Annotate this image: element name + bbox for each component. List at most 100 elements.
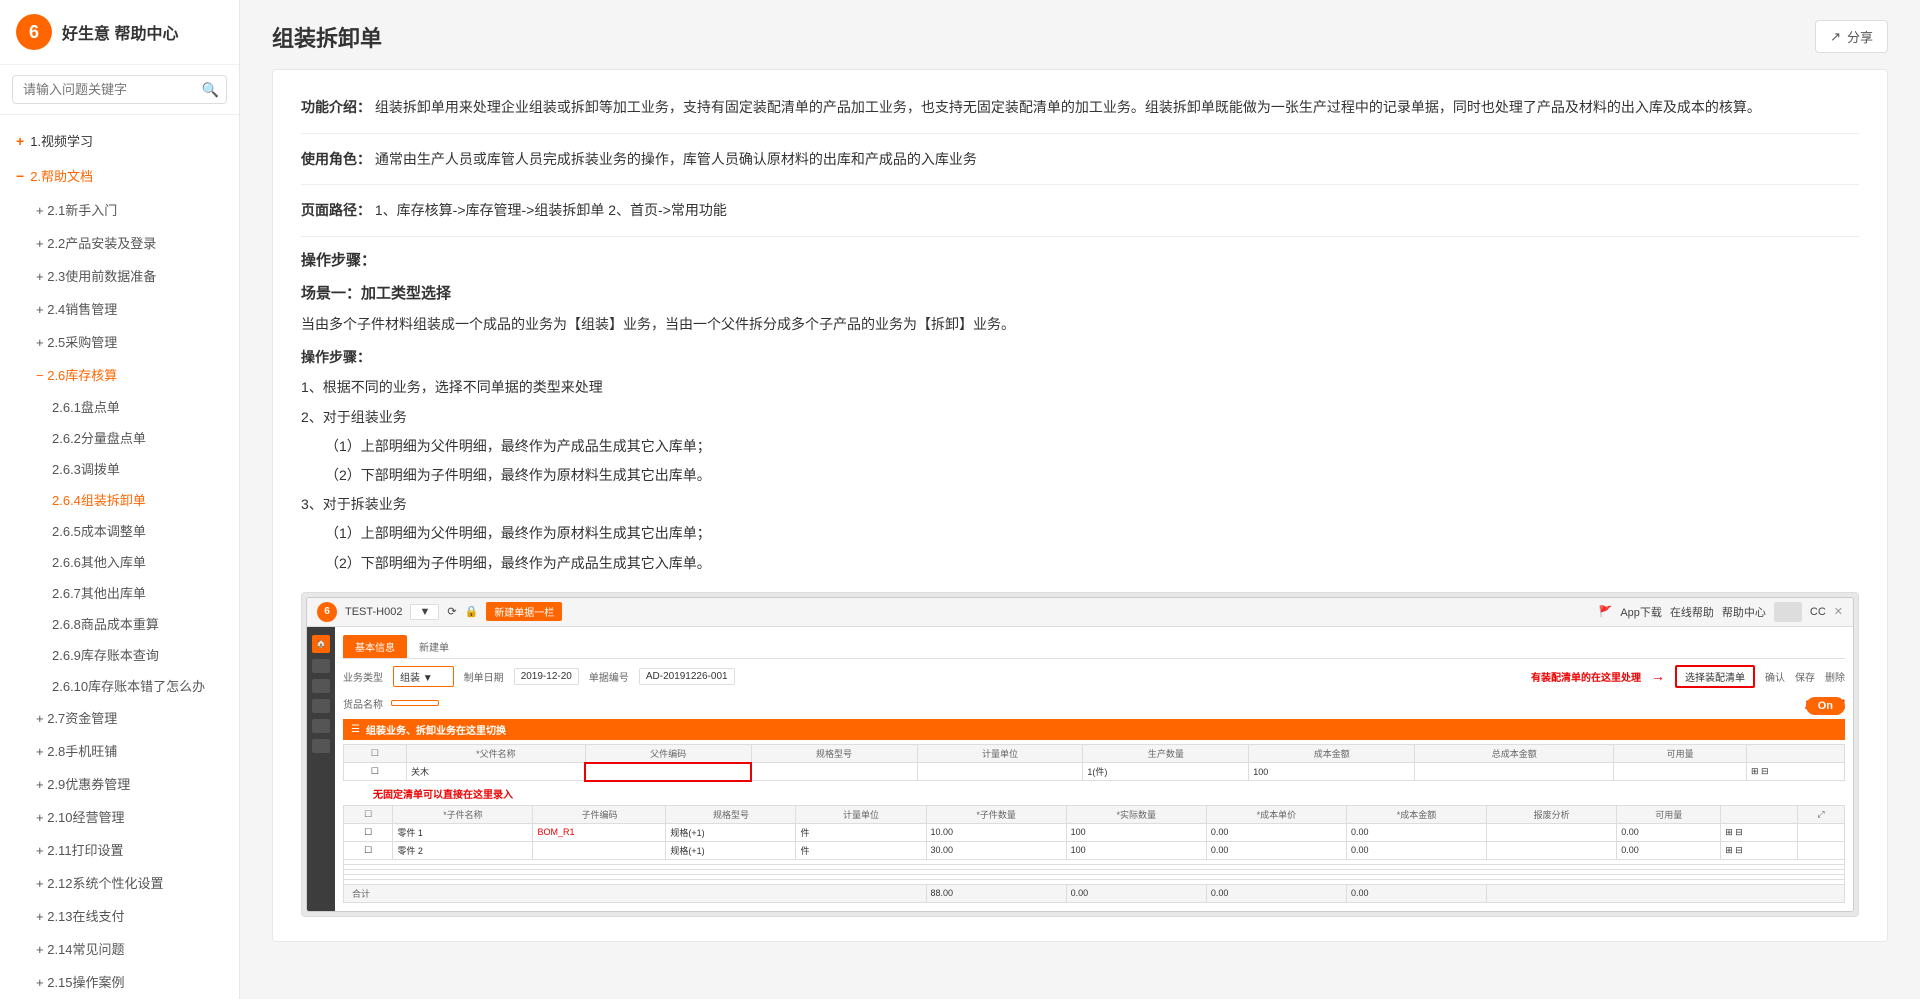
mock-th-ops xyxy=(1746,744,1844,763)
sidebar-item-partial-stocktake[interactable]: 2.6.2分量盘点单 xyxy=(44,422,239,453)
mock-td-1-name: 关木 xyxy=(406,763,585,781)
mock-nav-icon5 xyxy=(312,739,330,753)
mock-section-icon: ☰ xyxy=(351,724,360,735)
sidebar-item-operations[interactable]: + 2.10经营管理 xyxy=(28,800,239,833)
role-section: 使用角色： 通常由生产人员或库管人员完成拆装业务的操作，库管人员确认原材料的出库… xyxy=(301,146,1859,173)
sidebar-item-transfer[interactable]: 2.6.3调拨单 xyxy=(44,453,239,484)
intro-label: 功能介绍： xyxy=(301,99,371,115)
plus-icon: + xyxy=(36,744,44,759)
mock-avatar xyxy=(1774,602,1802,622)
on-toggle[interactable]: On xyxy=(1806,697,1845,715)
role-label: 使用角色： xyxy=(301,151,371,167)
mock-tab-basic[interactable]: 基本信息 xyxy=(343,635,407,658)
sidebar-item-install[interactable]: + 2.2产品安装及登录 xyxy=(28,226,239,259)
search-box[interactable]: 🔍 xyxy=(0,65,239,115)
mock-td-1-total xyxy=(1415,763,1614,781)
share-button[interactable]: ↗ 分享 xyxy=(1815,20,1888,53)
sidebar-item-funds[interactable]: + 2.7资金管理 xyxy=(28,701,239,734)
sidebar-item-help-docs[interactable]: − 2.帮助文档 xyxy=(0,158,239,193)
arrow-icon-bom: → xyxy=(1651,668,1665,684)
mock-upper-table: ☐ *父件名称 父件编码 规格型号 计量单位 生产数量 成本金额 总成本金额 xyxy=(343,744,1845,782)
mock-th-spec: 规格型号 xyxy=(751,744,917,763)
mock-field-type-label: 业务类型 xyxy=(343,669,383,684)
mock-delete-btn[interactable]: 删除 xyxy=(1825,669,1845,684)
mock-lower-r2-spec: 规格(+1) xyxy=(666,841,796,859)
sidebar-item-other-out[interactable]: 2.6.7其他出库单 xyxy=(44,577,239,608)
sidebar-item-payment[interactable]: + 2.13在线支付 xyxy=(28,899,239,932)
sidebar-item-ledger-fix[interactable]: 2.6.10库存账本错了怎么办 xyxy=(44,670,239,701)
sidebar-item-cost-recalc[interactable]: 2.6.8商品成本重算 xyxy=(44,608,239,639)
sidebar-item-assembly[interactable]: 2.6.4组装拆卸单 xyxy=(44,484,239,515)
path-text: 1、库存核算->库存管理->组装拆卸单 2、首页->常用功能 xyxy=(375,202,727,218)
mock-num-val: AD-20191226-001 xyxy=(639,668,735,685)
mock-lower-r1-actual: 100 xyxy=(1066,823,1206,841)
search-input[interactable] xyxy=(12,75,227,104)
sidebar-item-mobile[interactable]: + 2.8手机旺铺 xyxy=(28,734,239,767)
mock-td-1-check: ☐ xyxy=(344,763,407,781)
mock-lower-th-cost1: *成本单价 xyxy=(1206,805,1346,823)
mock-nav-icon4 xyxy=(312,719,330,733)
mock-lower-r2-actual: 100 xyxy=(1066,841,1206,859)
mock-field-num-label: 单据编号 xyxy=(589,669,629,684)
mock-lower-r1-avail: 0.00 xyxy=(1617,823,1721,841)
sidebar-item-faq[interactable]: + 2.14常见问题 xyxy=(28,932,239,965)
nav-section-1: + 1.视频学习 xyxy=(0,123,239,158)
sidebar-item-coupon[interactable]: + 2.9优惠券管理 xyxy=(28,767,239,800)
mock-confirm-btn[interactable]: 确认 xyxy=(1765,669,1785,684)
step-3-sub1: （1）上部明细为父件明细，最终作为原材料生成其它出库单； xyxy=(325,521,1859,546)
mock-th-parent-name: *父件名称 xyxy=(406,744,585,763)
sidebar-item-purchase[interactable]: + 2.5采购管理 xyxy=(28,325,239,358)
annotation-bom: 有装配清单的在这里处理 xyxy=(1531,669,1641,684)
mock-td-1-action: ⊞ ⊟ xyxy=(1746,763,1844,781)
steps-list: 1、根据不同的业务，选择不同单据的类型来处理 2、对于组装业务 （1）上部明细为… xyxy=(301,375,1859,575)
mock-lower-r1-name: 零件 1 xyxy=(393,823,533,841)
step-1: 1、根据不同的业务，选择不同单据的类型来处理 xyxy=(301,375,1859,400)
mock-lower-th-expand: ⤢ xyxy=(1798,805,1845,823)
mock-goods-search[interactable] xyxy=(391,700,439,706)
mock-th-checkbox: ☐ xyxy=(344,744,407,763)
mock-nav-icon3 xyxy=(312,699,330,713)
plus-icon: + xyxy=(36,777,44,792)
sidebar-item-video-learning[interactable]: + 1.视频学习 xyxy=(0,123,239,158)
mock-help-center: 帮助中心 xyxy=(1722,604,1766,620)
mock-tab-new[interactable]: 新建单 xyxy=(407,635,461,658)
sidebar-item-cases[interactable]: + 2.15操作案例 xyxy=(28,965,239,998)
mock-refresh-icon: ⟳ xyxy=(447,605,456,618)
annotation-direct-entry: 无固定清单可以直接在这里录入 xyxy=(373,786,1845,801)
plus-icon: + xyxy=(36,236,44,251)
page-title: 组装拆卸单 xyxy=(272,21,382,53)
mock-lower-r2-name: 零件 2 xyxy=(393,841,533,859)
sidebar-item-inventory[interactable]: − 2.6库存核算 xyxy=(28,358,239,391)
sidebar-item-cost-adjust[interactable]: 2.6.5成本调整单 xyxy=(44,515,239,546)
app-title: 好生意 帮助中心 xyxy=(62,20,178,44)
sidebar-item-settings[interactable]: + 2.12系统个性化设置 xyxy=(28,866,239,899)
ops-steps-sub-title: 操作步骤： xyxy=(301,347,1859,367)
mock-field-date-label: 制单日期 xyxy=(464,669,504,684)
plus-icon: + xyxy=(36,302,44,317)
sidebar-item-data-prep[interactable]: + 2.3使用前数据准备 xyxy=(28,259,239,292)
mock-lower-row-2: ☐ 零件 2 规格(+1) 件 30.00 100 0.00 xyxy=(344,841,1845,859)
mock-search-row: 货品名称 启用处理 xyxy=(343,696,1845,711)
sidebar-item-stocktake[interactable]: 2.6.1盘点单 xyxy=(44,391,239,422)
mock-bom-btn[interactable]: 选择装配清单 xyxy=(1675,665,1755,688)
sidebar-item-print[interactable]: + 2.11打印设置 xyxy=(28,833,239,866)
mock-td-1-qty: 1(件) xyxy=(1083,763,1249,781)
mock-tfoot-total5 xyxy=(1487,884,1845,902)
sidebar-item-other-in[interactable]: 2.6.6其他入库单 xyxy=(44,546,239,577)
sidebar-item-sales[interactable]: + 2.4销售管理 xyxy=(28,292,239,325)
mock-lower-th-action xyxy=(1721,805,1798,823)
sidebar-item-inventory-ledger[interactable]: 2.6.9库存账本查询 xyxy=(44,639,239,670)
mock-lower-r2-check: ☐ xyxy=(344,841,393,859)
mock-topbar-id: TEST-H002 xyxy=(345,606,402,618)
mock-type-select[interactable]: 组装 ▼ xyxy=(393,666,454,687)
mock-save-btn[interactable]: 保存 xyxy=(1795,669,1815,684)
sidebar-item-newbie[interactable]: + 2.1新手入门 xyxy=(28,193,239,226)
minus-icon: − xyxy=(36,368,44,383)
mock-tfoot-total4: 0.00 xyxy=(1346,884,1486,902)
plus-icon: + xyxy=(36,269,44,284)
step-2: 2、对于组装业务 xyxy=(301,405,1859,430)
mock-main-content: 基本信息 新建单 业务类型 组装 ▼ 制单日期 xyxy=(335,627,1853,911)
minus-icon: − xyxy=(16,168,24,184)
logo-icon: 6 xyxy=(16,14,52,50)
plus-icon: + xyxy=(36,909,44,924)
